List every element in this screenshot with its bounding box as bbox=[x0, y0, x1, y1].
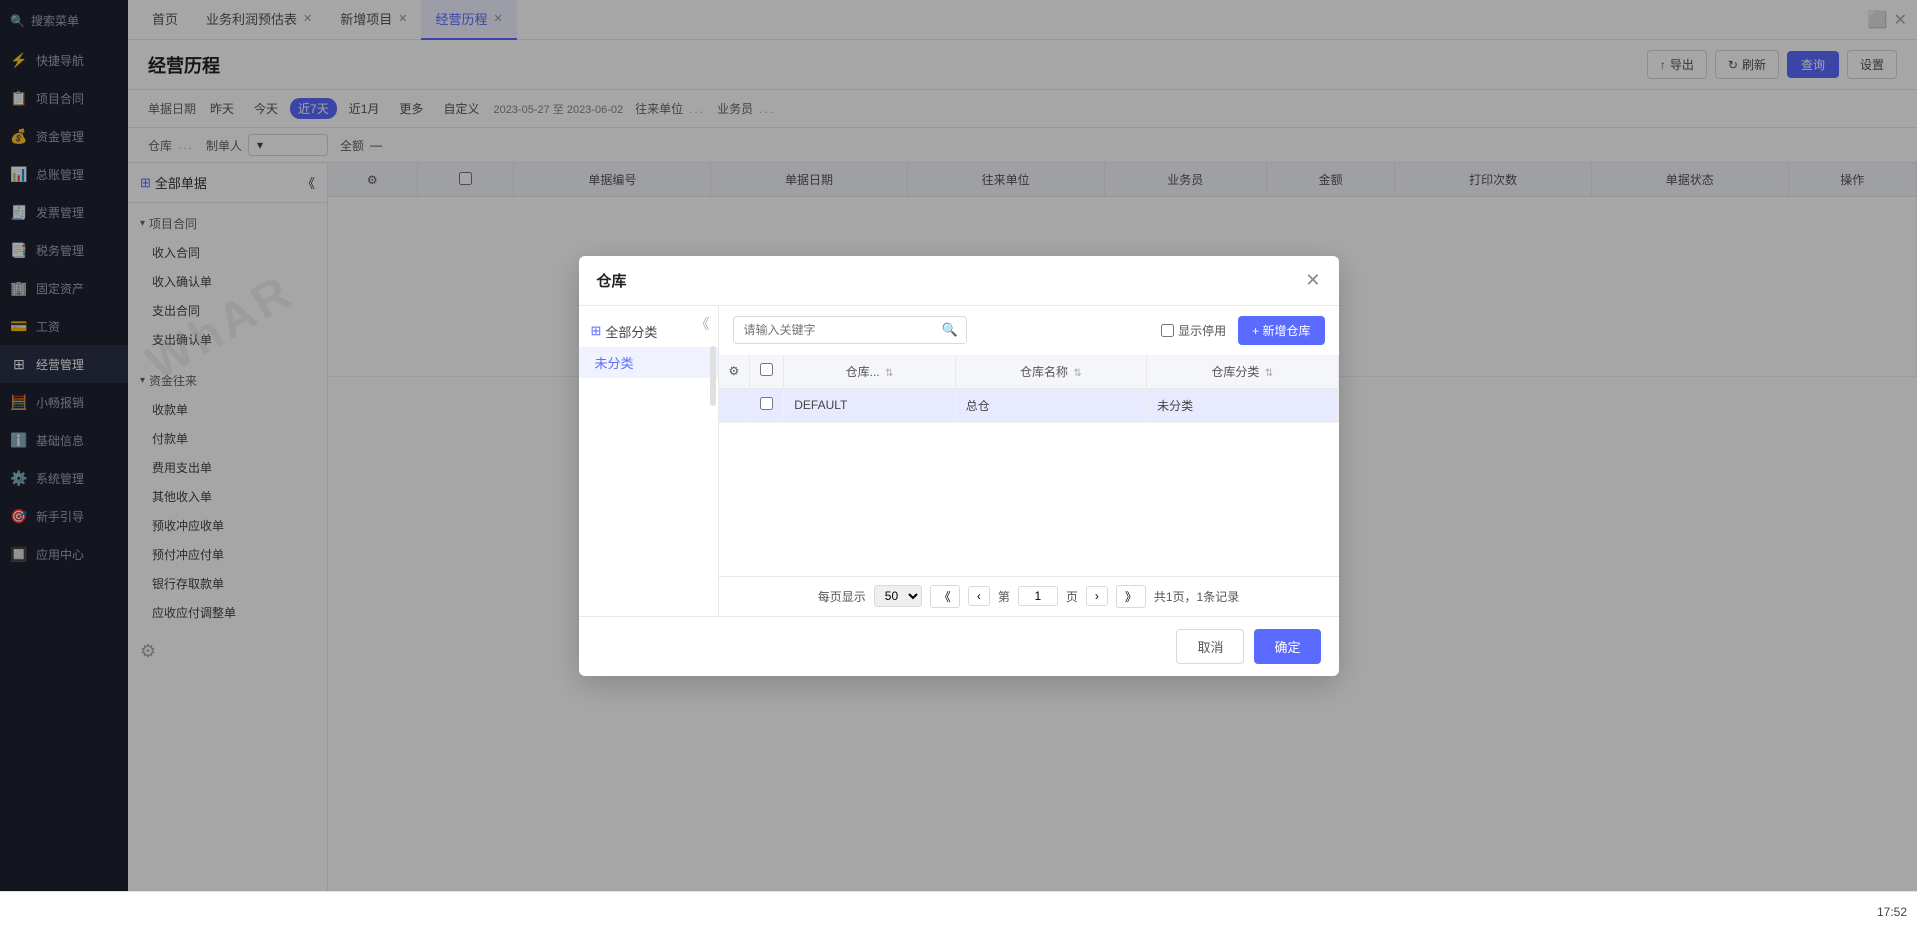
modal-prev-page-btn[interactable]: ‹ bbox=[968, 586, 990, 606]
sort-icon: ⇅ bbox=[1073, 368, 1081, 379]
gear-icon[interactable]: ⚙ bbox=[729, 364, 740, 378]
modal-first-page-btn[interactable]: 《 bbox=[930, 585, 960, 608]
modal-footer-bar: 每页显示 50 《 ‹ 第 页 › 》 共1页，1条记录 bbox=[719, 576, 1339, 616]
taskbar-right: 17:52 bbox=[1877, 905, 1907, 919]
sort-icon: ⇅ bbox=[885, 368, 893, 379]
show-disabled-label[interactable]: 显示停用 bbox=[1161, 322, 1226, 339]
col-warehouse-category: 仓库分类 ⇅ bbox=[1147, 355, 1338, 389]
modal-toolbar-right: 显示停用 + 新增仓库 bbox=[1161, 316, 1324, 345]
modal-left-scrollbar[interactable] bbox=[710, 346, 716, 406]
row-warehouse-code: DEFAULT bbox=[784, 388, 955, 422]
all-category-icon: ⊞ bbox=[591, 323, 602, 339]
warehouse-modal: 仓库 ✕ ⊞ 全部分类 《 未分类 🔍 bbox=[579, 256, 1339, 676]
sort-icon: ⇅ bbox=[1265, 368, 1273, 379]
warehouse-table: ⚙ 仓库... ⇅ 仓库名称 ⇅ bbox=[719, 355, 1339, 423]
modal-page-suffix: 页 bbox=[1066, 588, 1078, 605]
modal-right: 🔍 显示停用 + 新增仓库 bbox=[719, 306, 1339, 616]
modal-left-panel: ⊞ 全部分类 《 未分类 bbox=[579, 306, 719, 616]
modal-page-size-label: 每页显示 bbox=[818, 588, 866, 605]
modal-left-item-uncategorized[interactable]: 未分类 bbox=[579, 347, 718, 378]
col-check bbox=[750, 355, 784, 389]
col-gear: ⚙ bbox=[719, 355, 750, 389]
modal-left-collapse-btn[interactable]: 《 bbox=[696, 314, 710, 334]
modal-search: 🔍 bbox=[733, 316, 967, 344]
modal-table: ⚙ 仓库... ⇅ 仓库名称 ⇅ bbox=[719, 355, 1339, 576]
col-warehouse-code: 仓库... ⇅ bbox=[784, 355, 955, 389]
all-category-label: 全部分类 bbox=[605, 322, 657, 341]
show-disabled-checkbox[interactable] bbox=[1161, 324, 1174, 337]
col-warehouse-name: 仓库名称 ⇅ bbox=[955, 355, 1146, 389]
row-check bbox=[750, 388, 784, 422]
modal-overlay[interactable]: 仓库 ✕ ⊞ 全部分类 《 未分类 🔍 bbox=[0, 0, 1917, 931]
row-gear bbox=[719, 388, 750, 422]
modal-header: 仓库 ✕ bbox=[579, 256, 1339, 306]
row-warehouse-name: 总仓 bbox=[955, 388, 1146, 422]
add-warehouse-button[interactable]: + 新增仓库 bbox=[1238, 316, 1324, 345]
modal-page-input[interactable] bbox=[1018, 586, 1058, 606]
table-row[interactable]: DEFAULT 总仓 未分类 bbox=[719, 388, 1339, 422]
row-checkbox[interactable] bbox=[760, 397, 773, 410]
modal-page-label: 第 bbox=[998, 588, 1010, 605]
modal-page-size-select[interactable]: 50 bbox=[874, 585, 922, 607]
modal-total-label: 共1页，1条记录 bbox=[1154, 588, 1239, 605]
confirm-button[interactable]: 确定 bbox=[1254, 629, 1320, 664]
modal-actions: 取消 确定 bbox=[579, 616, 1339, 676]
modal-title: 仓库 bbox=[597, 270, 627, 291]
modal-body: ⊞ 全部分类 《 未分类 🔍 显示停用 bbox=[579, 306, 1339, 616]
modal-close-button[interactable]: ✕ bbox=[1305, 270, 1320, 291]
row-warehouse-category: 未分类 bbox=[1147, 388, 1338, 422]
warehouse-select-all[interactable] bbox=[760, 363, 773, 376]
modal-next-page-btn[interactable]: › bbox=[1086, 586, 1108, 606]
taskbar-time: 17:52 bbox=[1877, 905, 1907, 919]
search-icon: 🔍 bbox=[934, 317, 966, 343]
modal-toolbar: 🔍 显示停用 + 新增仓库 bbox=[719, 306, 1339, 355]
taskbar: 17:52 bbox=[0, 891, 1917, 931]
cancel-button[interactable]: 取消 bbox=[1176, 629, 1244, 664]
modal-search-input[interactable] bbox=[734, 318, 934, 342]
modal-last-page-btn[interactable]: 》 bbox=[1116, 585, 1146, 608]
